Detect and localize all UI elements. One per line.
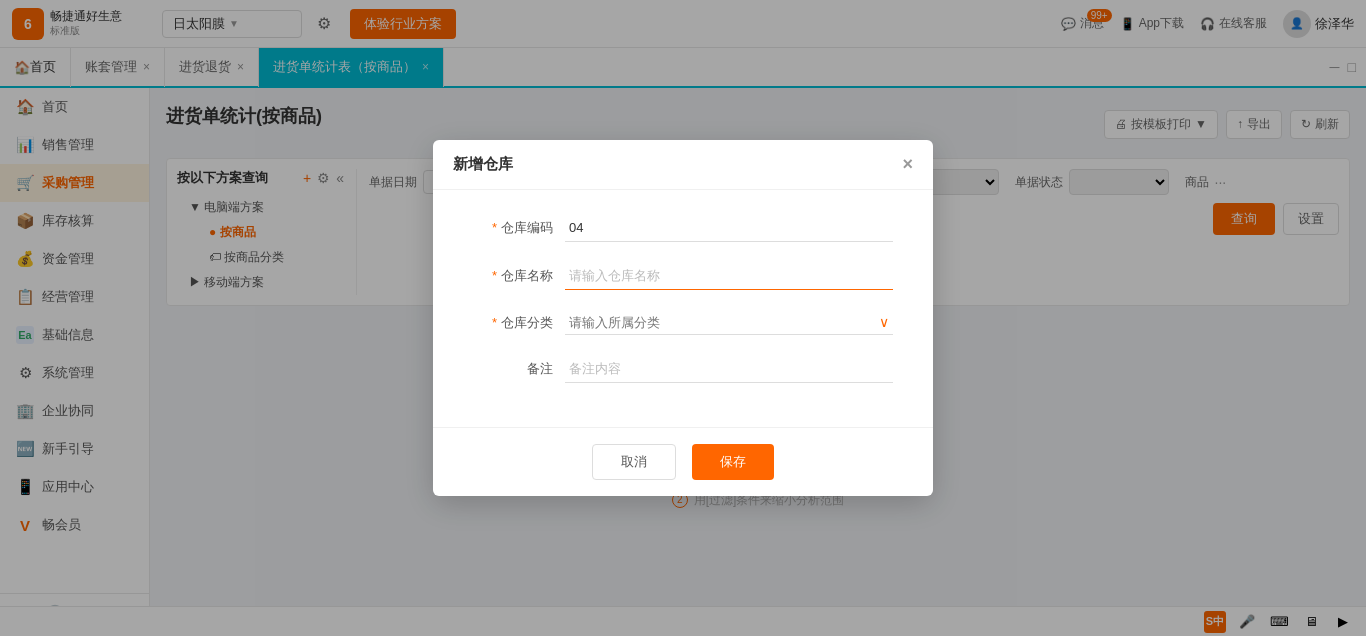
- form-input-name[interactable]: [565, 262, 893, 290]
- modal-body: 仓库编码 仓库名称 仓库分类 ∨ 备注: [433, 190, 933, 427]
- form-label-category: 仓库分类: [473, 314, 553, 332]
- form-label-code: 仓库编码: [473, 219, 553, 237]
- form-select-category[interactable]: ∨: [565, 310, 893, 335]
- form-row-code: 仓库编码: [473, 214, 893, 242]
- category-dropdown-icon: ∨: [879, 314, 889, 330]
- modal-overlay: 新增仓库 × 仓库编码 仓库名称 仓库分类 ∨: [0, 0, 1366, 636]
- form-input-code[interactable]: [565, 214, 893, 242]
- cancel-button[interactable]: 取消: [592, 444, 676, 480]
- modal-close-button[interactable]: ×: [902, 154, 913, 175]
- form-label-name: 仓库名称: [473, 267, 553, 285]
- modal-footer: 取消 保存: [433, 427, 933, 496]
- modal-header: 新增仓库 ×: [433, 140, 933, 190]
- save-button[interactable]: 保存: [692, 444, 774, 480]
- form-input-note[interactable]: [565, 355, 893, 383]
- form-row-category: 仓库分类 ∨: [473, 310, 893, 335]
- modal-title: 新增仓库: [453, 155, 513, 174]
- modal-add-warehouse: 新增仓库 × 仓库编码 仓库名称 仓库分类 ∨: [433, 140, 933, 496]
- form-row-note: 备注: [473, 355, 893, 383]
- form-row-name: 仓库名称: [473, 262, 893, 290]
- form-category-input[interactable]: [569, 315, 879, 330]
- form-label-note: 备注: [473, 360, 553, 378]
